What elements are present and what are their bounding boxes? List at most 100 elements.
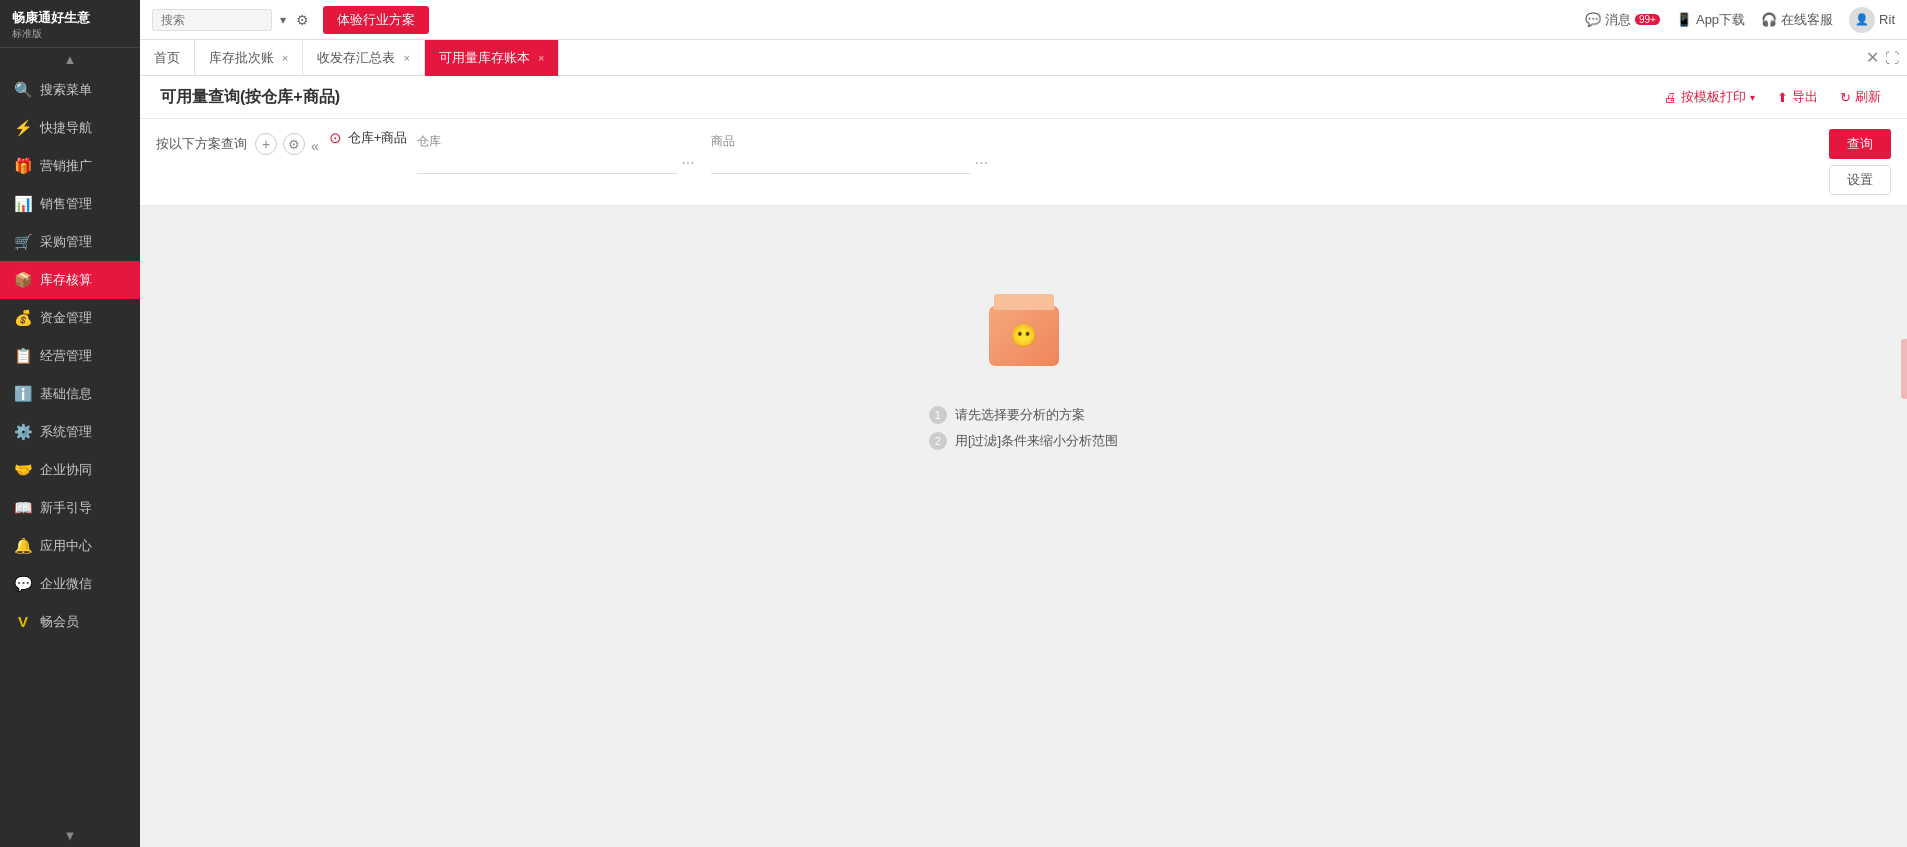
export-icon: ⬆ xyxy=(1777,90,1788,105)
phone-icon: 📱 xyxy=(1676,12,1692,27)
system-icon: ⚙️ xyxy=(14,423,32,441)
sidebar-scroll-up[interactable]: ▲ xyxy=(0,48,140,71)
message-button[interactable]: 💬 消息 99+ xyxy=(1585,11,1660,29)
sidebar-item-operations[interactable]: 📋 经营管理 xyxy=(0,337,140,375)
sidebar-item-app-center[interactable]: 🔔 应用中心 xyxy=(0,527,140,565)
tab-summary-label: 收发存汇总表 xyxy=(317,49,395,67)
tab-available-qty[interactable]: 可用量库存账本 × xyxy=(425,40,559,76)
empty-illustration: 😶 xyxy=(974,286,1074,386)
refresh-icon: ↻ xyxy=(1840,90,1851,105)
sidebar-item-sales[interactable]: 📊 销售管理 xyxy=(0,185,140,223)
print-chevron-icon: ▾ xyxy=(1750,92,1755,103)
print-button[interactable]: 🖨 按模板打印 ▾ xyxy=(1658,86,1761,108)
finance-icon: 💰 xyxy=(14,309,32,327)
sidebar-scroll-down[interactable]: ▼ xyxy=(0,824,140,847)
export-button[interactable]: ⬆ 导出 xyxy=(1771,86,1824,108)
search-icon: 🔍 xyxy=(14,81,32,99)
trial-button[interactable]: 体验行业方案 xyxy=(323,6,429,34)
sales-icon: 📊 xyxy=(14,195,32,213)
sidebar-item-wechat[interactable]: 💬 企业微信 xyxy=(0,565,140,603)
sidebar: 畅康通好生意 标准版 ▲ 🔍 搜索菜单 ⚡ 快捷导航 🎁 营销推广 📊 销售管理… xyxy=(0,0,140,847)
hint-2-num: 2 xyxy=(929,432,947,450)
product-label: 商品 xyxy=(711,133,988,150)
app-title: 畅康通好生意 xyxy=(12,10,128,27)
empty-hint-2: 2 用[过滤]条件来缩小分析范围 xyxy=(929,432,1118,450)
sidebar-item-search[interactable]: 🔍 搜索菜单 xyxy=(0,71,140,109)
tab-batch-close[interactable]: × xyxy=(282,52,288,64)
sidebar-item-purchase[interactable]: 🛒 采购管理 xyxy=(0,223,140,261)
sidebar-item-shortcuts[interactable]: ⚡ 快捷导航 xyxy=(0,109,140,147)
tab-summary[interactable]: 收发存汇总表 × xyxy=(303,40,424,76)
filter-scheme: ⊙ 仓库+商品 xyxy=(319,129,418,147)
print-icon: 🖨 xyxy=(1664,90,1677,105)
tab-home-label: 首页 xyxy=(154,49,180,67)
tabs-actions: ✕ ⛶ xyxy=(1866,48,1907,67)
empty-state: 😶 1 请先选择要分析的方案 2 用[过滤]条件来缩小分析范围 xyxy=(140,206,1907,530)
basic-info-icon: ℹ️ xyxy=(14,385,32,403)
inventory-icon: 📦 xyxy=(14,271,32,289)
fullscreen-button[interactable]: ⛶ xyxy=(1885,50,1899,66)
topbar-right: 💬 消息 99+ 📱 App下载 🎧 在线客服 👤 Rit xyxy=(1585,7,1895,33)
topbar: ▾ ⚙ 体验行业方案 💬 消息 99+ 📱 App下载 🎧 在线客服 👤 Rit xyxy=(140,0,1907,40)
filter-label: 按以下方案查询 xyxy=(156,129,247,153)
operations-icon: 📋 xyxy=(14,347,32,365)
page-content: 可用量查询(按仓库+商品) 🖨 按模板打印 ▾ ⬆ 导出 ↻ 刷新 按以下方案 xyxy=(140,76,1907,847)
filter-field-product: 商品 ··· xyxy=(711,133,988,174)
product-more-icon[interactable]: ··· xyxy=(975,154,988,172)
sidebar-item-inventory[interactable]: 📦 库存核算 xyxy=(0,261,140,299)
app-subtitle: 标准版 xyxy=(12,27,128,41)
page-header-actions: 🖨 按模板打印 ▾ ⬆ 导出 ↻ 刷新 xyxy=(1658,86,1887,108)
warehouse-input-row: ··· xyxy=(417,152,694,174)
hint-1-text: 请先选择要分析的方案 xyxy=(955,406,1085,424)
warehouse-input[interactable] xyxy=(417,152,677,174)
close-all-tabs-button[interactable]: ✕ xyxy=(1866,48,1879,67)
user-profile[interactable]: 👤 Rit xyxy=(1849,7,1895,33)
tab-summary-close[interactable]: × xyxy=(403,52,409,64)
filter-field-warehouse: 仓库 ··· xyxy=(417,133,694,174)
filter-add-button[interactable]: + xyxy=(255,133,277,155)
sidebar-item-member[interactable]: V 畅会员 xyxy=(0,603,140,641)
online-service-button[interactable]: 🎧 在线客服 xyxy=(1761,11,1833,29)
scheme-label: 仓库+商品 xyxy=(348,129,408,147)
shortcuts-icon: ⚡ xyxy=(14,119,32,137)
app-download-button[interactable]: 📱 App下载 xyxy=(1676,11,1745,29)
username-label: Rit xyxy=(1879,12,1895,27)
tab-batch-ledger[interactable]: 库存批次账 × xyxy=(195,40,303,76)
guide-icon: 📖 xyxy=(14,499,32,517)
app-center-icon: 🔔 xyxy=(14,537,32,555)
scheme-icon: ⊙ xyxy=(329,129,342,147)
settings-button[interactable]: 设置 xyxy=(1829,165,1891,195)
search-dropdown-icon[interactable]: ▾ xyxy=(280,13,286,27)
query-btn-area: 查询 设置 xyxy=(1829,129,1891,195)
purchase-icon: 🛒 xyxy=(14,233,32,251)
sidebar-logo: 畅康通好生意 标准版 xyxy=(0,0,140,48)
tabs-bar: 首页 库存批次账 × 收发存汇总表 × 可用量库存账本 × ✕ ⛶ xyxy=(140,40,1907,76)
message-icon: 💬 xyxy=(1585,12,1601,27)
tab-home[interactable]: 首页 xyxy=(140,40,195,76)
refresh-button[interactable]: ↻ 刷新 xyxy=(1834,86,1887,108)
sidebar-item-basic-info[interactable]: ℹ️ 基础信息 xyxy=(0,375,140,413)
hint-1-num: 1 xyxy=(929,406,947,424)
product-input[interactable] xyxy=(711,152,971,174)
scroll-indicator[interactable] xyxy=(1901,339,1907,399)
filter-collapse-button[interactable]: « xyxy=(311,134,319,154)
wechat-icon: 💬 xyxy=(14,575,32,593)
settings-icon[interactable]: ⚙ xyxy=(296,12,309,28)
sidebar-nav: 🔍 搜索菜单 ⚡ 快捷导航 🎁 营销推广 📊 销售管理 🛒 采购管理 📦 库存核… xyxy=(0,71,140,824)
message-badge: 99+ xyxy=(1635,14,1660,25)
sidebar-item-marketing[interactable]: 🎁 营销推广 xyxy=(0,147,140,185)
filter-settings-button[interactable]: ⚙ xyxy=(283,133,305,155)
sidebar-item-collaboration[interactable]: 🤝 企业协同 xyxy=(0,451,140,489)
sidebar-item-guide[interactable]: 📖 新手引导 xyxy=(0,489,140,527)
avatar: 👤 xyxy=(1849,7,1875,33)
query-button[interactable]: 查询 xyxy=(1829,129,1891,159)
sidebar-item-finance[interactable]: 💰 资金管理 xyxy=(0,299,140,337)
warehouse-label: 仓库 xyxy=(417,133,694,150)
sidebar-item-system[interactable]: ⚙️ 系统管理 xyxy=(0,413,140,451)
empty-box-graphic: 😶 xyxy=(989,306,1059,366)
tab-available-qty-label: 可用量库存账本 xyxy=(439,49,530,67)
warehouse-more-icon[interactable]: ··· xyxy=(681,154,694,172)
search-input[interactable] xyxy=(152,9,272,31)
tab-available-qty-close[interactable]: × xyxy=(538,52,544,64)
filter-panel: 按以下方案查询 + ⚙ « ⊙ 仓库+商品 仓库 ··· 商品 xyxy=(140,119,1907,206)
